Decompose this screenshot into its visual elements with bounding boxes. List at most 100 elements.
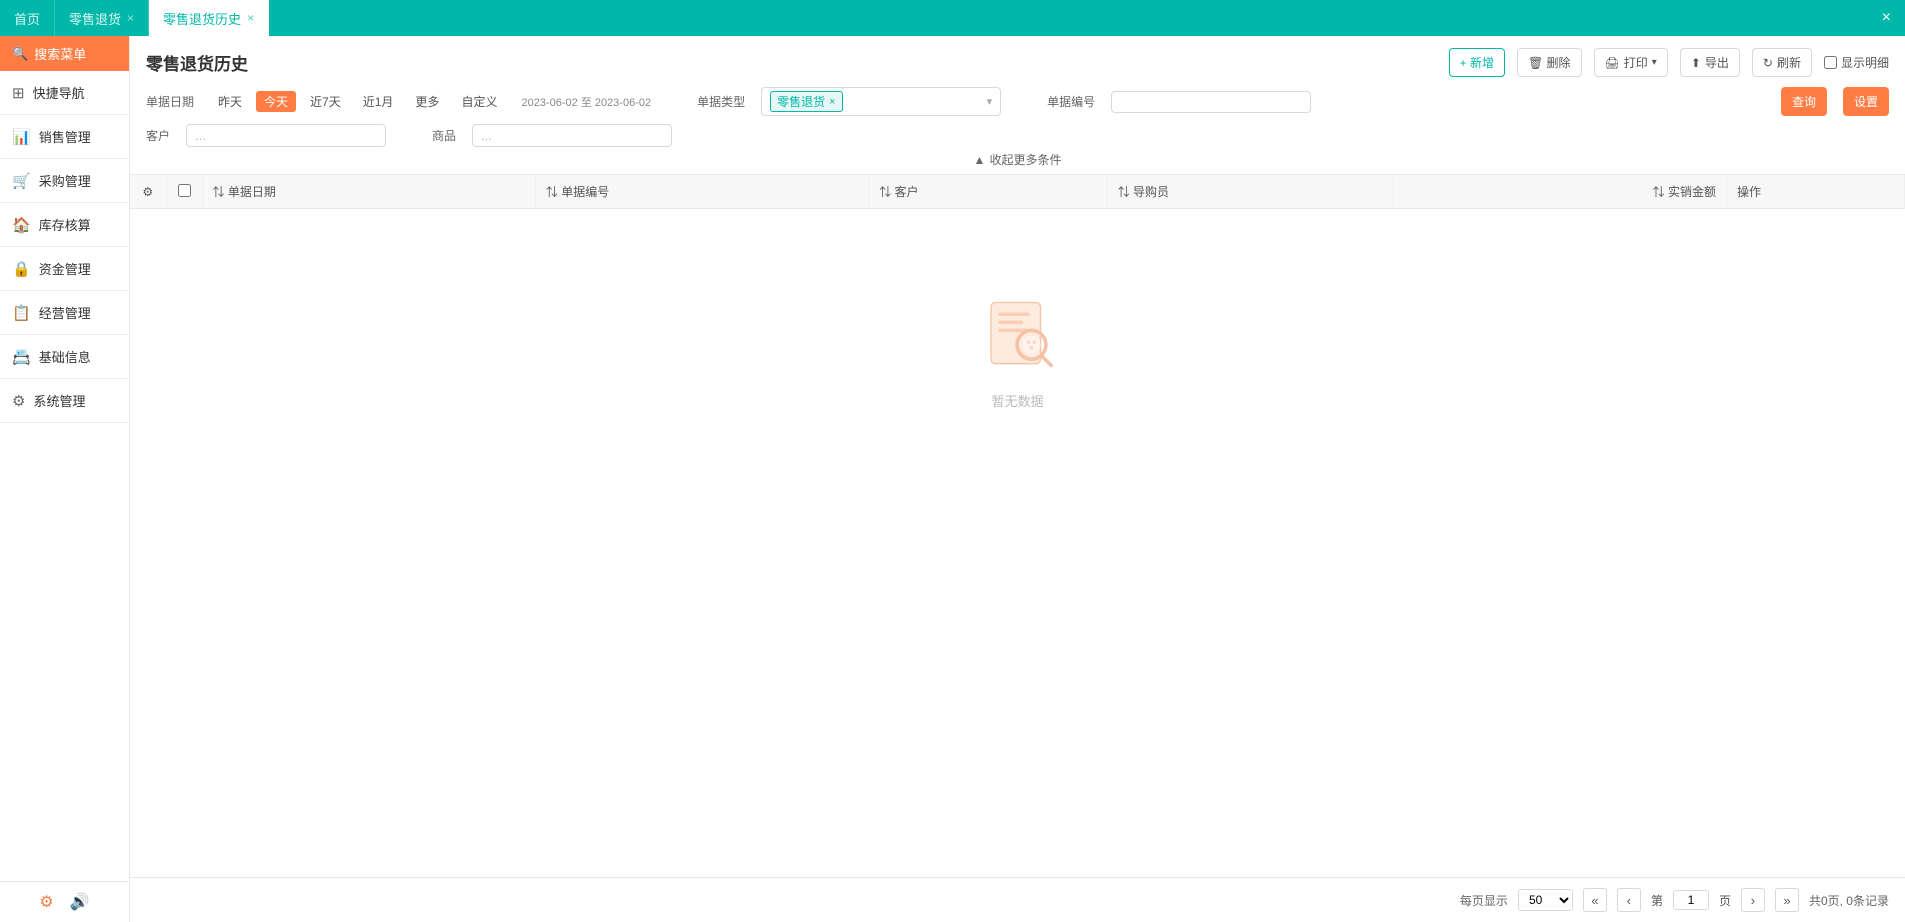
refresh-label: 刷新: [1777, 54, 1801, 71]
sidebar-item-quick-nav-label: 快捷导航: [33, 83, 85, 102]
data-table: ⚙ ⇅ 单据日期 ⇅ 单据编号 ⇅ 客户: [130, 175, 1905, 209]
voucher-no-label: 单据编号: [1047, 93, 1095, 110]
type-filter-label: 单据类型: [697, 93, 745, 110]
customer-placeholder: ...: [195, 128, 206, 143]
quick-nav-icon: ⊞: [12, 84, 25, 102]
sidebar-item-basic-info-label: 基础信息: [39, 347, 91, 366]
basic-info-icon: 📇: [12, 348, 31, 366]
date-btn-last7[interactable]: 近7天: [302, 91, 349, 112]
sidebar-bottom: ⚙ 🔊: [0, 881, 129, 922]
customer-filter-label: 客户: [146, 127, 170, 144]
th-date[interactable]: ⇅ 单据日期: [202, 175, 535, 209]
first-page-button[interactable]: «: [1583, 888, 1607, 912]
finance-icon: 🔒: [12, 260, 31, 278]
page-size-label: 每页显示: [1460, 892, 1508, 909]
sidebar-item-operation[interactable]: 📋 经营管理: [0, 291, 129, 335]
select-all-checkbox[interactable]: [178, 184, 191, 197]
next-page-button[interactable]: ›: [1741, 888, 1765, 912]
sidebar-item-finance-label: 资金管理: [39, 259, 91, 278]
sidebar-item-sales-label: 销售管理: [39, 127, 91, 146]
search-icon: 🔍: [12, 46, 28, 62]
date-btn-custom[interactable]: 自定义: [453, 91, 505, 112]
goods-filter-label: 商品: [432, 127, 456, 144]
th-guide[interactable]: ⇅ 导购员: [1107, 175, 1393, 209]
sidebar-item-quick-nav[interactable]: ⊞ 快捷导航: [0, 71, 129, 115]
page-number-input[interactable]: [1673, 890, 1709, 910]
sidebar-item-inventory[interactable]: 🏠 库存核算: [0, 203, 129, 247]
date-btn-yesterday[interactable]: 昨天: [210, 91, 250, 112]
show-detail-checkbox-label[interactable]: 显示明细: [1824, 54, 1889, 71]
export-icon: ⬆: [1691, 56, 1701, 70]
total-info: 共0页, 0条记录: [1809, 892, 1889, 909]
goods-placeholder: ...: [481, 128, 492, 143]
sidebar-search-label: 搜索菜单: [34, 44, 86, 63]
page-title-row: 零售退货历史 + 新增 🗑 删除 🖨 打印 ▾ ⬆ 导出 ↻: [146, 48, 1889, 77]
refresh-button[interactable]: ↻ 刷新: [1752, 48, 1812, 77]
date-btn-last-month[interactable]: 近1月: [355, 91, 402, 112]
date-btn-more[interactable]: 更多: [407, 91, 447, 112]
delete-button[interactable]: 🗑 删除: [1517, 48, 1582, 77]
sidebar-item-finance[interactable]: 🔒 资金管理: [0, 247, 129, 291]
th-checkbox[interactable]: [166, 175, 202, 209]
type-tag-retail-return: 零售退货 ×: [770, 91, 842, 112]
operation-icon: 📋: [12, 304, 31, 322]
window-close-button[interactable]: ×: [1868, 0, 1905, 36]
customer-filter-input[interactable]: ...: [186, 124, 386, 147]
audio-bottom-icon[interactable]: 🔊: [70, 892, 90, 912]
goods-filter-input[interactable]: ...: [472, 124, 672, 147]
page-header: 零售退货历史 + 新增 🗑 删除 🖨 打印 ▾ ⬆ 导出 ↻: [130, 36, 1905, 175]
top-tab-bar: 首页 零售退货 × 零售退货历史 × ×: [0, 0, 1905, 36]
tab-retail-return-history[interactable]: 零售退货历史 ×: [149, 0, 269, 36]
query-button[interactable]: 查询: [1781, 87, 1827, 116]
sidebar-item-sales[interactable]: 📊 销售管理: [0, 115, 129, 159]
print-dropdown-icon: ▾: [1652, 57, 1657, 68]
sidebar-item-operation-label: 经营管理: [39, 303, 91, 322]
export-label: 导出: [1705, 54, 1729, 71]
page-size-select[interactable]: 10 20 50 100: [1518, 889, 1573, 911]
th-date-label: ⇅ 单据日期: [213, 185, 276, 199]
date-range-display: 2023-06-02 至 2023-06-02: [521, 94, 651, 110]
th-voucher-no[interactable]: ⇅ 单据编号: [535, 175, 868, 209]
prev-page-button[interactable]: ‹: [1617, 888, 1641, 912]
filter-area: 单据日期 昨天 今天 近7天 近1月 更多 自定义 2023-06-02 至 2…: [146, 87, 1889, 174]
type-filter-dropdown-arrow: ▾: [987, 95, 993, 108]
type-filter-input[interactable]: 零售退货 × ▾: [761, 87, 1001, 116]
export-button[interactable]: ⬆ 导出: [1680, 48, 1740, 77]
table-settings-icon[interactable]: ⚙: [142, 185, 153, 199]
tab-retail-return[interactable]: 零售退货 ×: [55, 0, 149, 36]
last-page-button[interactable]: »: [1775, 888, 1799, 912]
collapse-bar[interactable]: ▲ 收起更多条件: [146, 147, 1889, 174]
new-button[interactable]: + 新增: [1449, 48, 1505, 77]
sidebar-item-basic-info[interactable]: 📇 基础信息: [0, 335, 129, 379]
page-unit: 页: [1719, 892, 1731, 909]
inventory-icon: 🏠: [12, 216, 31, 234]
th-guide-label: ⇅ 导购员: [1118, 185, 1169, 199]
table-header-row: ⚙ ⇅ 单据日期 ⇅ 单据编号 ⇅ 客户: [130, 175, 1905, 209]
tab-retail-return-close[interactable]: ×: [127, 11, 134, 25]
sidebar-item-purchase[interactable]: 🛒 采购管理: [0, 159, 129, 203]
filter-row-1: 单据日期 昨天 今天 近7天 近1月 更多 自定义 2023-06-02 至 2…: [146, 87, 1889, 116]
tab-home[interactable]: 首页: [0, 0, 55, 36]
th-settings[interactable]: ⚙: [130, 175, 166, 209]
settings-button[interactable]: 设置: [1843, 87, 1889, 116]
tab-retail-return-history-close[interactable]: ×: [247, 11, 254, 25]
purchase-icon: 🛒: [12, 172, 31, 190]
print-button[interactable]: 🖨 打印 ▾: [1594, 48, 1668, 77]
sidebar-item-system[interactable]: ⚙ 系统管理: [0, 379, 129, 423]
main-layout: 🔍 搜索菜单 ⊞ 快捷导航 📊 销售管理 🛒 采购管理 🏠 库存核算 🔒 资金管…: [0, 36, 1905, 922]
type-tag-remove[interactable]: ×: [829, 96, 835, 108]
sidebar-item-system-label: 系统管理: [33, 391, 85, 410]
th-operation-label: 操作: [1737, 185, 1761, 199]
sidebar-search[interactable]: 🔍 搜索菜单: [0, 36, 129, 71]
sales-icon: 📊: [12, 128, 31, 146]
th-customer[interactable]: ⇅ 客户: [869, 175, 1108, 209]
show-detail-checkbox[interactable]: [1824, 56, 1837, 69]
settings-bottom-icon[interactable]: ⚙: [39, 892, 53, 912]
th-amount[interactable]: ⇅ 实销金额: [1393, 175, 1726, 209]
content-area: 零售退货历史 + 新增 🗑 删除 🖨 打印 ▾ ⬆ 导出 ↻: [130, 36, 1905, 922]
th-amount-label: ⇅ 实销金额: [1653, 185, 1716, 199]
voucher-no-input[interactable]: [1111, 91, 1311, 113]
type-tag-label: 零售退货: [777, 93, 825, 110]
page-label: 第: [1651, 892, 1663, 909]
date-btn-today[interactable]: 今天: [256, 91, 296, 112]
